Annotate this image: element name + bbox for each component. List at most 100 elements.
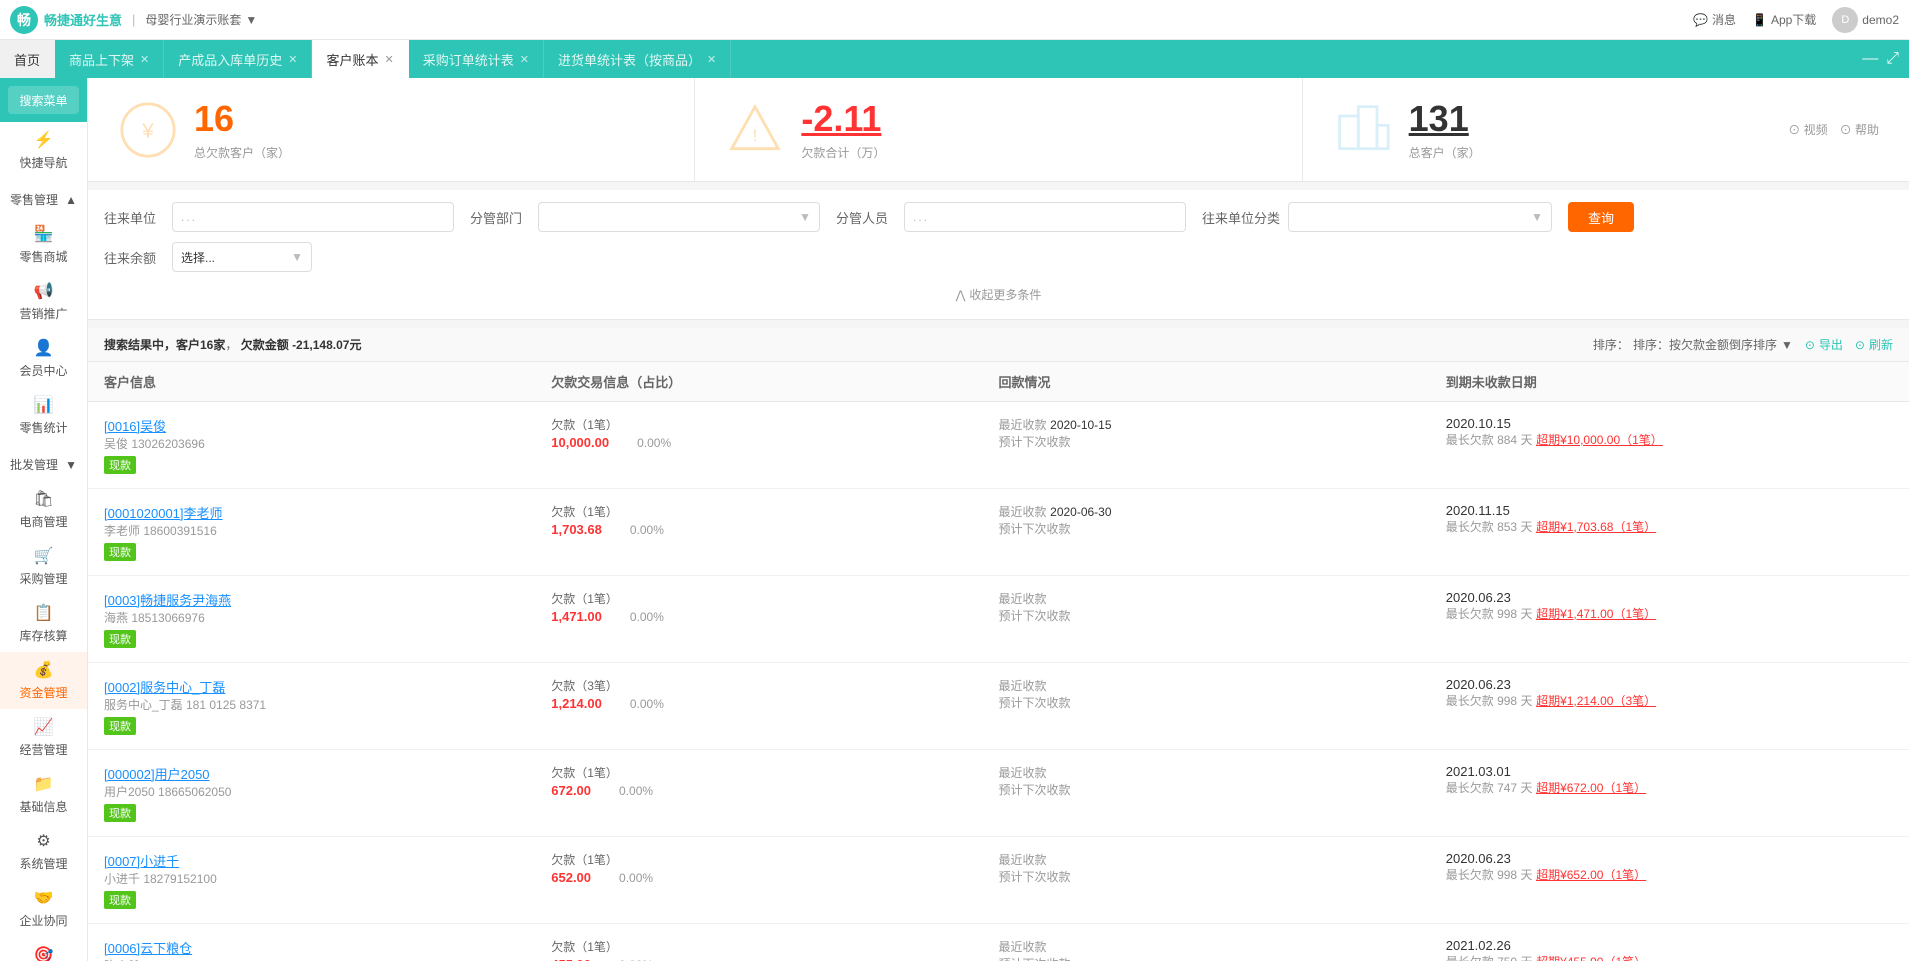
maximize-icon[interactable]: ⤢ [1886, 50, 1899, 68]
newbie-icon: 🎯 [34, 945, 54, 961]
dept-label: 分管部门 [470, 208, 530, 227]
sidebar-item-basic-info[interactable]: 📁 基础信息 [0, 766, 87, 823]
sidebar-item-member[interactable]: 👤 会员中心 [0, 330, 87, 387]
overdue-link[interactable]: 超期¥10,000.00（1笔） [1536, 433, 1663, 447]
debt-info-cell: 欠款（1笔） 672.00 0.00% [551, 764, 998, 798]
logo-icon: 畅 [10, 6, 38, 34]
filter-manager: 分管人员 ... [836, 202, 1186, 232]
sidebar-item-marketing[interactable]: 📢 营销推广 [0, 273, 87, 330]
video-link[interactable]: ⊙ 视频 [1788, 121, 1827, 138]
customer-info-cell: [0002]服务中心_丁磊 服务中心_丁磊 181 0125 8371 现款 [104, 677, 551, 735]
search-button[interactable]: 查询 [1568, 202, 1634, 232]
tab-close-icon[interactable]: ✕ [385, 53, 394, 66]
unit-category-label: 往来单位分类 [1202, 208, 1280, 227]
svg-text:¥: ¥ [141, 119, 154, 142]
sidebar-item-system[interactable]: ⚙ 系统管理 [0, 823, 87, 880]
customer-name: 吴俊 [140, 419, 166, 434]
debt-info-cell: 欠款（1笔） 652.00 0.00% [551, 851, 998, 885]
data-table: 客户信息 欠款交易信息（占比） 回款情况 到期未收款日期 [0016]吴俊 吴俊… [88, 362, 1909, 961]
sidebar-item-enterprise-collab[interactable]: 🤝 企业协同 [0, 880, 87, 937]
tab-customer-account[interactable]: 客户账本 ✕ [312, 40, 408, 78]
customer-info-cell: [0016]吴俊 吴俊 13026203696 现款 [104, 416, 551, 474]
filter-area: 往来单位 ... 分管部门 ▼ 分管人员 ... [88, 190, 1909, 320]
table-row: [0003]畅捷服务尹海燕 海燕 18513066976 现款 欠款（1笔） 1… [88, 576, 1909, 663]
overdue-link[interactable]: 超期¥672.00（1笔） [1536, 781, 1646, 795]
quick-nav-icon: ⚡ [34, 130, 54, 150]
sidebar-item-retail-store[interactable]: 🏪 零售商城 [0, 216, 87, 273]
collapse-button[interactable]: ⋀ 收起更多条件 [956, 286, 1042, 303]
balance-select[interactable]: 选择... ▼ [172, 242, 312, 272]
sidebar-item-purchase[interactable]: 🛒 采购管理 [0, 538, 87, 595]
sidebar-item-newbie[interactable]: 🎯 新手引导 [0, 937, 87, 961]
customer-name-link[interactable]: [0007]小进千 [104, 854, 179, 869]
tab-close-icon[interactable]: ✕ [520, 53, 529, 66]
refresh-button[interactable]: ⊙ 刷新 [1855, 336, 1893, 353]
tab-products-off[interactable]: 商品上下架 ✕ [55, 40, 164, 78]
customer-name-link[interactable]: [000002]用户2050 [104, 767, 210, 782]
sidebar-item-finance[interactable]: 💰 资金管理 [0, 652, 87, 709]
tab-close-icon[interactable]: ✕ [288, 53, 297, 66]
sidebar-item-batch-mgmt[interactable]: 批发管理 ▼ [0, 448, 87, 481]
customer-name-link[interactable]: [0001020001]李老师 [104, 506, 223, 521]
payment-tag: 现款 [104, 804, 136, 822]
customer-name-link[interactable]: [0002]服务中心_丁磊 [104, 680, 225, 695]
col-debt-info: 欠款交易信息（占比） [551, 372, 998, 391]
export-button[interactable]: ⊙ 导出 [1805, 336, 1843, 353]
customer-unit-input[interactable]: ... [172, 202, 454, 232]
table-row: [0016]吴俊 吴俊 13026203696 现款 欠款（1笔） 10,000… [88, 402, 1909, 489]
tab-inbound-stats[interactable]: 进货单统计表（按商品） ✕ [544, 40, 731, 78]
tab-production-history[interactable]: 产成品入库单历史 ✕ [164, 40, 312, 78]
overdue-link[interactable]: 超期¥455.90（1笔） [1536, 955, 1646, 961]
debt-count: 欠款（3笔） [551, 679, 618, 693]
table-row: [0007]小进千 小进千 18279152100 现款 欠款（1笔） 652.… [88, 837, 1909, 924]
dept-select[interactable]: ▼ [538, 202, 820, 232]
sidebar-item-retail-stats[interactable]: 📊 零售统计 [0, 387, 87, 444]
sidebar-item-operations[interactable]: 📈 经营管理 [0, 709, 87, 766]
stat-info-customers: 131 总客户（家） [1409, 98, 1481, 161]
collection-cell: 最近收款 预计下次收款 [999, 851, 1446, 885]
customer-name-link[interactable]: [0016]吴俊 [104, 419, 166, 434]
overdue-link[interactable]: 超期¥1,703.68（1笔） [1536, 520, 1656, 534]
app-download-btn[interactable]: 📱 App下载 [1752, 11, 1816, 28]
basic-info-icon: 📁 [34, 774, 54, 794]
sidebar-item-quick-nav[interactable]: ⚡ 快捷导航 [0, 122, 87, 179]
search-menu-btn[interactable]: 搜索菜单 [8, 86, 79, 114]
debt-count: 欠款（1笔） [551, 416, 618, 433]
total-customers-icon [1333, 100, 1393, 160]
unit-category-select[interactable]: ▼ [1288, 202, 1552, 232]
sidebar-item-retail-mgmt[interactable]: 零售管理 ▲ [0, 183, 87, 216]
collection-cell: 最近收款 2020-10-15 预计下次收款 [999, 416, 1446, 450]
minimize-icon[interactable]: — [1862, 50, 1878, 68]
overdue-link[interactable]: 超期¥1,471.00（1笔） [1536, 607, 1656, 621]
collection-cell: 最近收款 2020-06-30 预计下次收款 [999, 503, 1446, 537]
debt-ratio: 0.00% [630, 523, 664, 537]
tab-close-icon[interactable]: ✕ [140, 53, 149, 66]
filter-row-2: 往来余额 选择... ▼ [104, 242, 1893, 272]
customer-info-cell: [0006]云下粮仓 陈小希 现款 [104, 938, 551, 961]
sidebar-item-ecommerce[interactable]: 🛍 电商管理 [0, 481, 87, 538]
collapse-row: ⋀ 收起更多条件 [104, 282, 1893, 307]
stat-card-total-customers: 131 总客户（家） ⊙ 视频 ⊙ 帮助 [1303, 78, 1909, 181]
sidebar-item-inventory[interactable]: 📋 库存核算 [0, 595, 87, 652]
customer-name-link[interactable]: [0006]云下粮仓 [104, 941, 192, 956]
sort-selector[interactable]: 排序： 排序：按欠款金额倒序排序 ▼ [1593, 336, 1793, 353]
overdue-link[interactable]: 超期¥1,214.00（3笔） [1536, 694, 1656, 708]
logo-area: 畅 畅捷通好生意 | 母婴行业演示账套 ▼ [10, 6, 257, 34]
company-selector[interactable]: 母婴行业演示账套 ▼ [145, 11, 257, 28]
manager-input[interactable]: ... [904, 202, 1186, 232]
tab-home[interactable]: 首页 [0, 40, 55, 78]
message-btn[interactable]: 💬 消息 [1693, 11, 1736, 28]
customer-contact: 李老师 18600391516 [104, 522, 551, 539]
tab-close-icon[interactable]: ✕ [707, 53, 716, 66]
help-link[interactable]: ⊙ 帮助 [1840, 121, 1879, 138]
overdue-link[interactable]: 超期¥652.00（1笔） [1536, 868, 1646, 882]
customer-name-link[interactable]: [0003]畅捷服务尹海燕 [104, 593, 231, 608]
stat-info-total: -2.11 欠款合计（万） [801, 98, 885, 161]
debt-ratio: 0.00% [619, 958, 653, 961]
tab-purchase-stats[interactable]: 采购订单统计表 ✕ [409, 40, 544, 78]
payment-tag: 现款 [104, 891, 136, 909]
arrow-icon: ▲ [65, 193, 77, 207]
result-bar: 搜索结果中，客户16家， 欠款金额 -21,148.07元 排序： 排序：按欠款… [88, 328, 1909, 362]
filter-balance: 往来余额 选择... ▼ [104, 242, 454, 272]
user-menu[interactable]: D demo2 [1832, 7, 1899, 33]
